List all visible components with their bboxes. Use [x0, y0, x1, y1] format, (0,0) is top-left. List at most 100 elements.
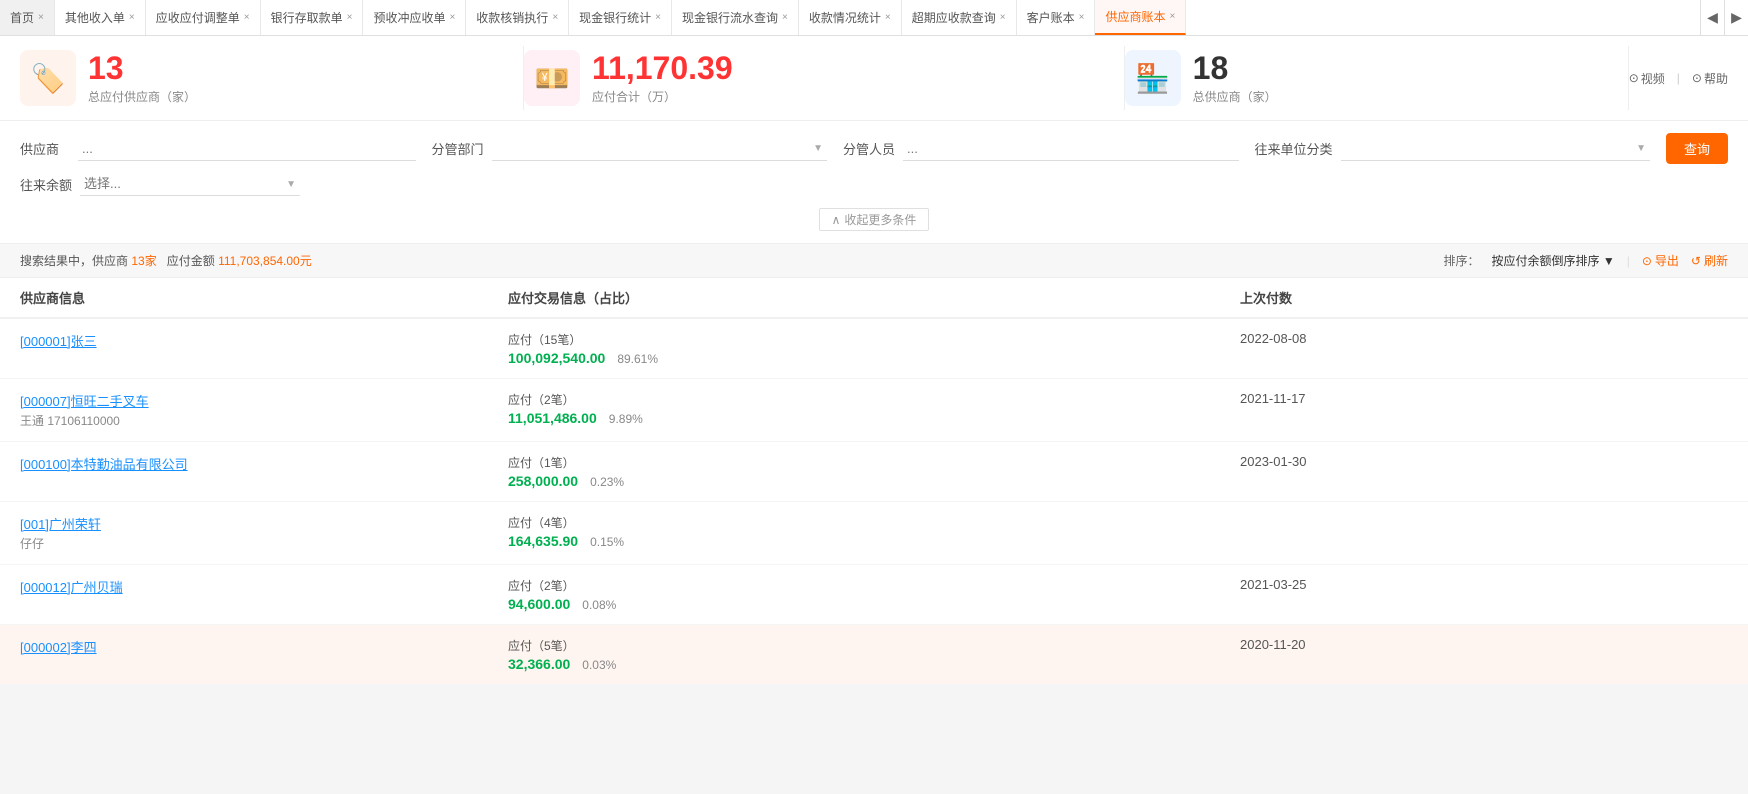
tab-label-9: 超期应收款查询 [912, 9, 996, 26]
trade-label-5: 应付（5笔） [508, 637, 1240, 654]
tab-close-2[interactable]: × [244, 12, 250, 23]
last-pay-cell-0: 2022-08-08 [1240, 331, 1728, 346]
divider: | [1677, 71, 1680, 85]
tab-close-11[interactable]: × [1169, 11, 1175, 22]
trade-amount-4[interactable]: 94,600.00 [508, 596, 570, 612]
supplier-link-3[interactable]: [001]广州荣轩 [20, 514, 508, 533]
top-nav: 首页×其他收入单×应收应付调整单×银行存取款单×预收冲应收单×收款核销执行×现金… [0, 0, 1748, 36]
tab-close-6[interactable]: × [655, 12, 661, 23]
search-area: 供应商 分管部门 ▼ 分管人员 往来单位分类 ▼ 查询 往来余额 [0, 121, 1748, 244]
help-link[interactable]: ⊙ 帮助 [1692, 70, 1728, 87]
video-icon: ⊙ [1629, 71, 1639, 85]
query-button[interactable]: 查询 [1666, 133, 1728, 164]
search-row-2: 往来余额 ▼ [20, 172, 1728, 196]
tab-close-9[interactable]: × [1000, 12, 1006, 23]
table-row: [000012]广州贝瑞 应付（2笔） 94,600.00 0.08% 2021… [0, 565, 1748, 625]
sort-icon: ▼ [1603, 254, 1615, 268]
category-label: 往来单位分类 [1255, 139, 1333, 158]
trade-cell-1: 应付（2笔） 11,051,486.00 9.89% [508, 391, 1240, 426]
actions-divider: | [1627, 254, 1630, 268]
refresh-icon: ↺ [1691, 254, 1701, 268]
total-suppliers-num: 18 [1193, 52, 1277, 84]
trade-amount-0[interactable]: 100,092,540.00 [508, 350, 605, 366]
last-pay-cell-1: 2021-11-17 [1240, 391, 1728, 406]
results-summary: 搜索结果中，供应商 13家 应付金额 111,703,854.00元 [20, 252, 312, 269]
supplier-cell-0: [000001]张三 [20, 331, 508, 350]
nav-tab-9[interactable]: 超期应收款查询 × [902, 0, 1017, 35]
trade-amount-5[interactable]: 32,366.00 [508, 656, 570, 672]
tab-label-2: 应收应付调整单 [156, 9, 240, 26]
person-input[interactable] [903, 137, 1238, 161]
person-label: 分管人员 [843, 139, 895, 158]
tab-close-4[interactable]: × [449, 12, 455, 23]
tab-close-8[interactable]: × [885, 12, 891, 23]
trade-percent-5: 0.03% [582, 658, 616, 672]
trade-amount-2[interactable]: 258,000.00 [508, 473, 578, 489]
supplier-label: 供应商 [20, 139, 70, 158]
tab-close-10[interactable]: × [1079, 12, 1085, 23]
refresh-button[interactable]: ↺ 刷新 [1691, 252, 1728, 269]
nav-tab-11[interactable]: 供应商账本× [1095, 0, 1186, 35]
supplier-field: 供应商 [20, 137, 416, 161]
stat-icon-1: 🏷️ [20, 50, 76, 106]
nav-tab-8[interactable]: 收款情况统计 × [799, 0, 902, 35]
nav-tab-1[interactable]: 其他收入单 × [55, 0, 146, 35]
tab-close-5[interactable]: × [552, 12, 558, 23]
payable-suppliers-num: 13 [88, 52, 196, 84]
table-row: [000001]张三 应付（15笔） 100,092,540.00 89.61%… [0, 319, 1748, 379]
supplier-input[interactable] [78, 137, 416, 161]
nav-tab-4[interactable]: 预收冲应收单× [363, 0, 466, 35]
table-row: [000100]本特勤油品有限公司 应付（1笔） 258,000.00 0.23… [0, 442, 1748, 502]
nav-tab-0[interactable]: 首页 × [0, 0, 55, 35]
nav-prev-arrow[interactable]: ◀ [1700, 0, 1724, 36]
nav-next-arrow[interactable]: ▶ [1724, 0, 1748, 36]
stat-payable-total: 💴 11,170.39 应付合计（万） [524, 46, 1125, 110]
supplier-link-1[interactable]: [000007]恒旺二手叉车 [20, 391, 508, 410]
category-field: 往来单位分类 ▼ [1255, 137, 1651, 161]
collapse-button[interactable]: ∧ 收起更多条件 [819, 208, 930, 231]
supplier-link-2[interactable]: [000100]本特勤油品有限公司 [20, 454, 508, 473]
category-input[interactable] [1341, 137, 1650, 161]
tab-close-7[interactable]: × [782, 12, 788, 23]
col3-header: 上次付数 [1240, 288, 1728, 307]
trade-amount-1[interactable]: 11,051,486.00 [508, 410, 597, 426]
supplier-cell-4: [000012]广州贝瑞 [20, 577, 508, 596]
supplier-link-5[interactable]: [000002]李四 [20, 637, 508, 656]
sort-value[interactable]: 按应付余额倒序排序 ▼ [1491, 252, 1614, 269]
dept-input[interactable] [492, 137, 827, 161]
table-row: [001]广州荣轩 仔仔 应付（4笔） 164,635.90 0.15% [0, 502, 1748, 565]
nav-tab-7[interactable]: 现金银行流水查询× [672, 0, 799, 35]
results-bar: 搜索结果中，供应商 13家 应付金额 111,703,854.00元 排序： 按… [0, 244, 1748, 278]
tab-close-0[interactable]: × [38, 12, 44, 23]
total-suppliers-label: 总供应商（家） [1193, 88, 1277, 105]
tab-label-1: 其他收入单 [65, 9, 125, 26]
tab-label-8: 收款情况统计 [809, 9, 881, 26]
tab-close-3[interactable]: × [347, 12, 353, 23]
tab-close-1[interactable]: × [129, 12, 135, 23]
nav-tab-2[interactable]: 应收应付调整单 × [146, 0, 261, 35]
balance-label: 往来余额 [20, 175, 72, 194]
export-button[interactable]: ⊙ 导出 [1642, 252, 1679, 269]
main-table: 供应商信息 应付交易信息（占比） 上次付数 [000001]张三 应付（15笔）… [0, 278, 1748, 685]
tab-label-5: 收款核销执行 [476, 9, 548, 26]
nav-tab-6[interactable]: 现金银行统计× [569, 0, 672, 35]
stats-bar: 🏷️ 13 总应付供应商（家） 💴 11,170.39 应付合计（万） 🏪 18… [0, 36, 1748, 121]
tab-label-0: 首页 [10, 9, 34, 26]
nav-tab-5[interactable]: 收款核销执行 × [466, 0, 569, 35]
trade-amount-3[interactable]: 164,635.90 [508, 533, 578, 549]
nav-tab-3[interactable]: 银行存取款单 × [261, 0, 364, 35]
supplier-link-4[interactable]: [000012]广州贝瑞 [20, 577, 508, 596]
tab-label-3: 银行存取款单 [271, 9, 343, 26]
last-pay-cell-4: 2021-03-25 [1240, 577, 1728, 592]
supplier-cell-1: [000007]恒旺二手叉车 王通 17106110000 [20, 391, 508, 429]
video-link[interactable]: ⊙ 视频 [1629, 70, 1665, 87]
nav-tab-10[interactable]: 客户账本× [1017, 0, 1096, 35]
stat-payable-suppliers: 🏷️ 13 总应付供应商（家） [20, 46, 524, 110]
balance-input[interactable] [80, 172, 300, 196]
trade-cell-5: 应付（5笔） 32,366.00 0.03% [508, 637, 1240, 672]
trade-cell-0: 应付（15笔） 100,092,540.00 89.61% [508, 331, 1240, 366]
trade-label-3: 应付（4笔） [508, 514, 1240, 531]
collapse-bar: ∧ 收起更多条件 [20, 204, 1728, 235]
trade-percent-3: 0.15% [590, 535, 624, 549]
supplier-link-0[interactable]: [000001]张三 [20, 331, 508, 350]
